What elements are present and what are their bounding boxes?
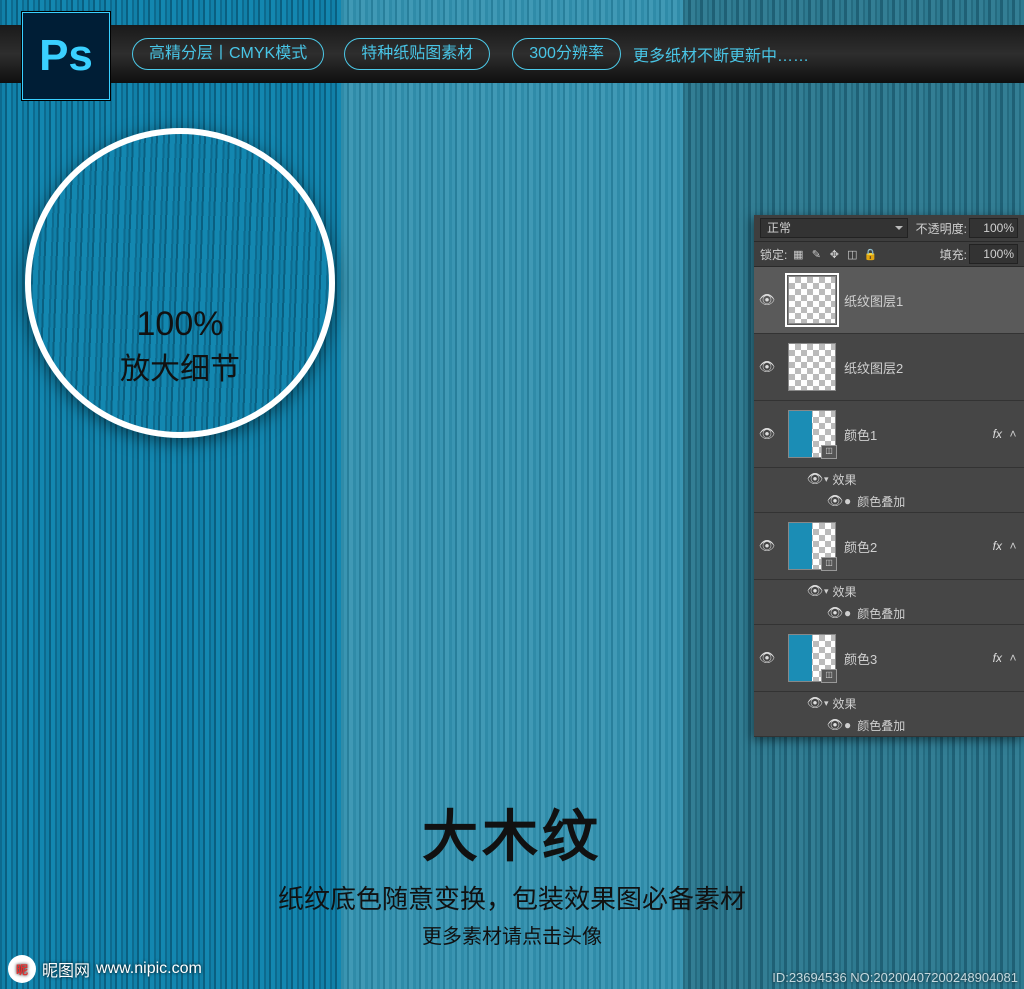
top-tail-text: 更多纸材不断更新中…… xyxy=(633,42,809,66)
fx-color-overlay-row[interactable]: 👁● 颜色叠加 xyxy=(754,714,1024,736)
mask-badge: ◫ xyxy=(821,557,837,571)
ps-logo-text: Ps xyxy=(39,31,93,81)
panel-lock-row: 锁定: ▦ ✎ ✥ ◫ 🔒 填充: 100% xyxy=(754,242,1024,267)
layer-name[interactable]: 纸纹图层1 xyxy=(844,291,1020,310)
fx-badge: fx xyxy=(993,427,1002,441)
fx-overlay-label: 颜色叠加 xyxy=(857,493,905,510)
main-title: 大木纹 xyxy=(0,792,1024,873)
bullet-icon: ● xyxy=(844,494,851,508)
fx-label: 效果 xyxy=(833,695,857,712)
layer-row[interactable]: 👁 纸纹图层2 xyxy=(754,334,1024,401)
layer-fx-group: 👁▾效果👁●颜色叠加 xyxy=(754,692,1024,737)
mask-badge: ◫ xyxy=(821,445,837,459)
fx-collapse-icon[interactable]: ˄ xyxy=(1006,427,1020,441)
badge-layers-cmyk: 高精分层丨CMYK模式 xyxy=(132,38,324,70)
visibility-toggle[interactable]: 👁 xyxy=(754,538,780,554)
mask-badge: ◫ xyxy=(821,669,837,683)
panel-options-row: 正常 不透明度: 100% xyxy=(754,215,1024,242)
visibility-toggle[interactable]: 👁 xyxy=(806,471,824,487)
fx-badge: fx xyxy=(993,651,1002,665)
fx-expand-icon[interactable]: ▾ xyxy=(824,586,829,597)
layer-thumbnail[interactable] xyxy=(788,276,836,324)
lock-transparency-icon[interactable]: ▦ xyxy=(791,247,805,261)
lock-label: 锁定: xyxy=(760,246,787,263)
visibility-toggle[interactable]: 👁 xyxy=(754,426,780,442)
fx-expand-icon[interactable]: ▾ xyxy=(824,474,829,485)
layer-fx-group: 👁▾效果👁●颜色叠加 xyxy=(754,468,1024,513)
layer-row[interactable]: 👁 ◫ 颜色1fx ˄ xyxy=(754,401,1024,468)
visibility-toggle[interactable]: 👁 xyxy=(754,650,780,666)
visibility-toggle[interactable]: 👁 xyxy=(806,583,824,599)
layer-thumbnail[interactable] xyxy=(788,343,836,391)
zoom-percentage: 100% xyxy=(137,305,224,344)
visibility-toggle[interactable]: 👁 xyxy=(754,292,780,308)
title-block: 大木纹 纸纹底色随意变换，包装效果图必备素材 更多素材请点击头像 xyxy=(0,792,1024,949)
visibility-toggle[interactable]: 👁 xyxy=(826,493,844,509)
fx-color-overlay-row[interactable]: 👁● 颜色叠加 xyxy=(754,602,1024,624)
watermark-logo: 昵 xyxy=(8,955,36,983)
visibility-toggle[interactable]: 👁 xyxy=(826,605,844,621)
fx-collapse-icon[interactable]: ˄ xyxy=(1006,539,1020,553)
fx-effects-row[interactable]: 👁▾ 效果 xyxy=(754,580,1024,602)
layer-thumbnail[interactable]: ◫ xyxy=(788,634,836,682)
layer-list: 👁纸纹图层1👁纸纹图层2👁◫颜色1fx˄👁▾效果👁●颜色叠加👁◫颜色2fx˄👁▾… xyxy=(754,267,1024,737)
fx-badge: fx xyxy=(993,539,1002,553)
fx-expand-icon[interactable]: ▾ xyxy=(824,698,829,709)
layer-name[interactable]: 颜色2 xyxy=(844,537,993,556)
layers-panel: 正常 不透明度: 100% 锁定: ▦ ✎ ✥ ◫ 🔒 填充: 100% 👁 纸纹… xyxy=(754,215,1024,737)
layer-thumbnail[interactable]: ◫ xyxy=(788,410,836,458)
layer-thumbnail[interactable]: ◫ xyxy=(788,522,836,570)
layer-name[interactable]: 颜色3 xyxy=(844,649,993,668)
top-bar: 高精分层丨CMYK模式 特种纸贴图素材 300分辨率 更多纸材不断更新中…… xyxy=(0,25,1024,83)
fx-effects-row[interactable]: 👁▾ 效果 xyxy=(754,692,1024,714)
fx-color-overlay-row[interactable]: 👁● 颜色叠加 xyxy=(754,490,1024,512)
zoom-caption: 放大细节 xyxy=(120,344,240,388)
blend-mode-dropdown[interactable]: 正常 xyxy=(760,218,908,238)
photoshop-logo: Ps xyxy=(22,12,110,100)
layer-row[interactable]: 👁 ◫ 颜色3fx ˄ xyxy=(754,625,1024,692)
fill-input[interactable]: 100% xyxy=(969,244,1018,264)
fx-label: 效果 xyxy=(833,583,857,600)
layer-row[interactable]: 👁 ◫ 颜色2fx ˄ xyxy=(754,513,1024,580)
layer-name[interactable]: 纸纹图层2 xyxy=(844,358,1020,377)
watermark-url: www.nipic.com xyxy=(96,960,202,978)
badge-resolution: 300分辨率 xyxy=(512,38,621,70)
more-text: 更多素材请点击头像 xyxy=(0,920,1024,949)
bullet-icon: ● xyxy=(844,718,851,732)
watermark-site: 昵图网 xyxy=(42,957,90,981)
fx-effects-row[interactable]: 👁▾ 效果 xyxy=(754,468,1024,490)
visibility-toggle[interactable]: 👁 xyxy=(754,359,780,375)
fx-label: 效果 xyxy=(833,471,857,488)
zoom-detail-circle: 100% 放大细节 xyxy=(25,128,335,438)
fill-label: 填充: xyxy=(940,246,967,263)
layer-row[interactable]: 👁 纸纹图层1 xyxy=(754,267,1024,334)
opacity-label: 不透明度: xyxy=(916,220,967,237)
lock-move-icon[interactable]: ✥ xyxy=(827,247,841,261)
bullet-icon: ● xyxy=(844,606,851,620)
layer-name[interactable]: 颜色1 xyxy=(844,425,993,444)
visibility-toggle[interactable]: 👁 xyxy=(826,717,844,733)
badge-material: 特种纸贴图素材 xyxy=(344,38,490,70)
lock-brush-icon[interactable]: ✎ xyxy=(809,247,823,261)
layer-fx-group: 👁▾效果👁●颜色叠加 xyxy=(754,580,1024,625)
lock-all-icon[interactable]: 🔒 xyxy=(863,247,877,261)
subtitle: 纸纹底色随意变换，包装效果图必备素材 xyxy=(0,879,1024,916)
image-meta: ID:23694536 NO:20200407200248904081 xyxy=(772,970,1018,985)
fx-overlay-label: 颜色叠加 xyxy=(857,605,905,622)
fx-overlay-label: 颜色叠加 xyxy=(857,717,905,734)
fx-collapse-icon[interactable]: ˄ xyxy=(1006,651,1020,665)
lock-artboard-icon[interactable]: ◫ xyxy=(845,247,859,261)
opacity-input[interactable]: 100% xyxy=(969,218,1018,238)
visibility-toggle[interactable]: 👁 xyxy=(806,695,824,711)
watermark: 昵 昵图网 www.nipic.com xyxy=(8,955,202,983)
